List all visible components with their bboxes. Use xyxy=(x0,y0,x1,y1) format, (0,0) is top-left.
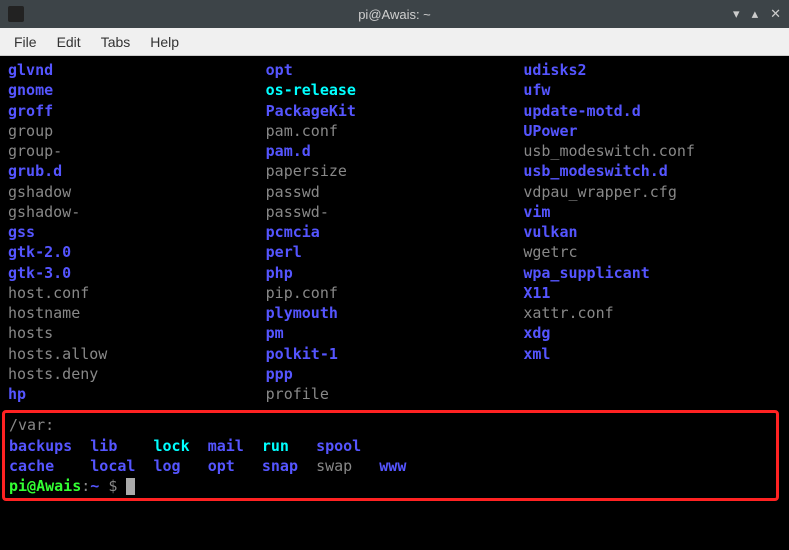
listing-entry: grub.d xyxy=(8,161,266,181)
listing-entry: usb_modeswitch.conf xyxy=(523,141,781,161)
prompt-symbol: $ xyxy=(99,477,126,495)
var-entry: www xyxy=(379,457,424,475)
titlebar: pi@Awais: ~ ▾ ▴ ✕ xyxy=(0,0,789,28)
var-row-2: cache local log opt snap swap www xyxy=(9,456,772,476)
listing-entry: gnome xyxy=(8,80,266,100)
listing-entry: os-release xyxy=(266,80,524,100)
listing-entry: gshadow xyxy=(8,182,266,202)
listing-entry: update-motd.d xyxy=(523,101,781,121)
listing-entry: pcmcia xyxy=(266,222,524,242)
var-entry: mail xyxy=(208,437,262,455)
var-entry: run xyxy=(262,437,316,455)
minimize-button[interactable]: ▾ xyxy=(733,6,740,22)
prompt-path: ~ xyxy=(90,477,99,495)
listing-entry: usb_modeswitch.d xyxy=(523,161,781,181)
var-entry: opt xyxy=(208,457,262,475)
listing-entry: X11 xyxy=(523,283,781,303)
menu-help[interactable]: Help xyxy=(142,31,187,53)
var-row-1: backups lib lock mail run spool xyxy=(9,436,772,456)
listing-entry: hosts.allow xyxy=(8,344,266,364)
window-title: pi@Awais: ~ xyxy=(358,7,431,22)
listing-entry: groff xyxy=(8,101,266,121)
listing-entry: passwd xyxy=(266,182,524,202)
var-entry: cache xyxy=(9,457,90,475)
var-entry: snap xyxy=(262,457,316,475)
listing-entry: vulkan xyxy=(523,222,781,242)
var-entry: backups xyxy=(9,437,90,455)
listing-entry: passwd- xyxy=(266,202,524,222)
listing-entry: pam.conf xyxy=(266,121,524,141)
listing-entry: pam.d xyxy=(266,141,524,161)
listing-entry: pip.conf xyxy=(266,283,524,303)
prompt-userhost: pi@Awais xyxy=(9,477,81,495)
listing-entry: pm xyxy=(266,323,524,343)
listing-entry: glvnd xyxy=(8,60,266,80)
terminal[interactable]: glvndgnomegroffgroupgroup-grub.dgshadowg… xyxy=(0,56,789,550)
listing-entry: gtk-3.0 xyxy=(8,263,266,283)
listing-entry: gtk-2.0 xyxy=(8,242,266,262)
listing-entry: hp xyxy=(8,384,266,404)
close-button[interactable]: ✕ xyxy=(770,6,781,22)
listing-entry: wpa_supplicant xyxy=(523,263,781,283)
listing-entry: gshadow- xyxy=(8,202,266,222)
var-entry: swap xyxy=(316,457,379,475)
prompt-line: pi@Awais:~ $ xyxy=(9,476,772,496)
var-section-highlight: /var: backups lib lock mail run spool ca… xyxy=(2,410,779,501)
listing-entry: vim xyxy=(523,202,781,222)
listing-col-3: udisks2ufwupdate-motd.dUPowerusb_modeswi… xyxy=(523,60,781,404)
listing-entry: UPower xyxy=(523,121,781,141)
prompt-sep: : xyxy=(81,477,90,495)
listing-entry: papersize xyxy=(266,161,524,181)
listing-entry: opt xyxy=(266,60,524,80)
var-entry: lib xyxy=(90,437,153,455)
var-header: /var: xyxy=(9,415,772,435)
listing-entry: php xyxy=(266,263,524,283)
listing-entry: perl xyxy=(266,242,524,262)
listing-entry: hosts.deny xyxy=(8,364,266,384)
menu-file[interactable]: File xyxy=(6,31,45,53)
listing-entry: PackageKit xyxy=(266,101,524,121)
listing-entry: ppp xyxy=(266,364,524,384)
var-entry: local xyxy=(90,457,153,475)
var-entry: spool xyxy=(316,437,379,455)
listing-entry: gss xyxy=(8,222,266,242)
listing-col-2: optos-releasePackageKitpam.confpam.dpape… xyxy=(266,60,524,404)
listing-entry: xattr.conf xyxy=(523,303,781,323)
menu-edit[interactable]: Edit xyxy=(49,31,89,53)
listing-entry: xml xyxy=(523,344,781,364)
listing-entry: udisks2 xyxy=(523,60,781,80)
maximize-button[interactable]: ▴ xyxy=(752,6,759,22)
listing-entry: xdg xyxy=(523,323,781,343)
var-entry: lock xyxy=(154,437,208,455)
listing-entry: plymouth xyxy=(266,303,524,323)
listing-entry: vdpau_wrapper.cfg xyxy=(523,182,781,202)
var-entry: log xyxy=(154,457,208,475)
window-controls: ▾ ▴ ✕ xyxy=(733,6,781,22)
listing-entry: group xyxy=(8,121,266,141)
listing-entry: host.conf xyxy=(8,283,266,303)
listing-entry: hostname xyxy=(8,303,266,323)
directory-listing: glvndgnomegroffgroupgroup-grub.dgshadowg… xyxy=(8,60,781,404)
cursor xyxy=(126,478,135,495)
window-icon xyxy=(8,6,24,22)
listing-col-1: glvndgnomegroffgroupgroup-grub.dgshadowg… xyxy=(8,60,266,404)
listing-entry: wgetrc xyxy=(523,242,781,262)
listing-entry: group- xyxy=(8,141,266,161)
listing-entry: profile xyxy=(266,384,524,404)
listing-entry: hosts xyxy=(8,323,266,343)
menu-tabs[interactable]: Tabs xyxy=(93,31,139,53)
menubar: File Edit Tabs Help xyxy=(0,28,789,56)
listing-entry: polkit-1 xyxy=(266,344,524,364)
listing-entry: ufw xyxy=(523,80,781,100)
